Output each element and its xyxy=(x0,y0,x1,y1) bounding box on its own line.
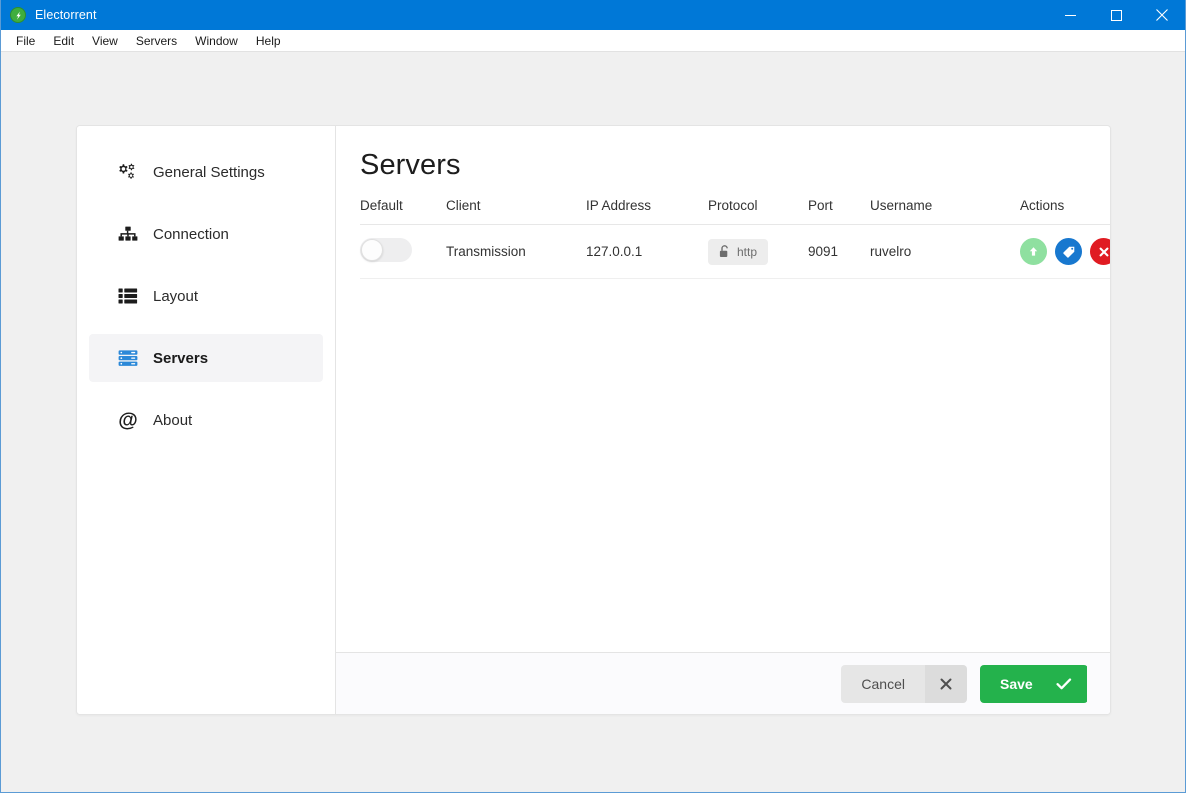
menu-item-edit[interactable]: Edit xyxy=(44,31,83,51)
cell-client: Transmission xyxy=(446,224,586,279)
row-actions xyxy=(1020,238,1110,265)
tag-button[interactable] xyxy=(1055,238,1082,265)
sidebar-item-connection[interactable]: Connection xyxy=(89,210,323,258)
default-toggle[interactable] xyxy=(360,238,412,262)
app-window: Electorrent File Edit View Servers Windo… xyxy=(0,0,1186,793)
minimize-icon[interactable] xyxy=(1047,0,1093,30)
column-header-ip: IP Address xyxy=(586,198,708,225)
move-up-button[interactable] xyxy=(1020,238,1047,265)
column-header-default: Default xyxy=(360,198,446,225)
at-sign-icon: @ xyxy=(115,409,141,432)
cell-actions xyxy=(1020,224,1110,279)
column-header-client: Client xyxy=(446,198,586,225)
table-row: Transmission 127.0.0.1 http 9091 ruvelro xyxy=(360,224,1110,279)
times-icon xyxy=(925,664,967,703)
cell-username: ruvelro xyxy=(870,224,1020,279)
toggle-knob xyxy=(361,239,383,261)
page-title: Servers xyxy=(360,149,461,181)
card-footer: Cancel Save xyxy=(336,652,1110,714)
cancel-button[interactable]: Cancel xyxy=(841,664,967,703)
protocol-label: http xyxy=(737,244,758,259)
cell-protocol: http xyxy=(708,224,808,279)
sidebar-item-label: About xyxy=(153,411,193,429)
servers-panel: Servers Default Client IP Address Protoc… xyxy=(336,126,1110,652)
column-header-username: Username xyxy=(870,198,1020,225)
sidebar-item-about[interactable]: @ About xyxy=(89,396,323,444)
menu-bar: File Edit View Servers Window Help xyxy=(1,30,1185,52)
times-circle-icon xyxy=(1098,246,1110,258)
menu-item-view[interactable]: View xyxy=(83,31,127,51)
protocol-badge: http xyxy=(708,238,769,265)
column-header-port: Port xyxy=(808,198,870,225)
electorrent-logo-icon xyxy=(10,7,26,23)
arrow-up-icon xyxy=(1027,245,1040,258)
maximize-icon[interactable] xyxy=(1093,0,1139,30)
close-icon[interactable] xyxy=(1139,0,1185,30)
menu-item-servers[interactable]: Servers xyxy=(127,31,186,51)
sitemap-icon xyxy=(115,223,141,245)
servers-table: Default Client IP Address Protocol Port … xyxy=(360,198,1110,279)
menu-item-file[interactable]: File xyxy=(7,31,44,51)
sidebar-item-general-settings[interactable]: General Settings xyxy=(89,148,323,196)
window-title: Electorrent xyxy=(35,8,97,22)
cancel-button-label: Cancel xyxy=(841,664,925,703)
sidebar-item-label: Servers xyxy=(153,349,209,367)
cell-ip: 127.0.0.1 xyxy=(586,224,708,279)
cell-default xyxy=(360,224,446,279)
server-stack-icon xyxy=(115,347,141,369)
sidebar-item-layout[interactable]: Layout xyxy=(89,272,323,320)
sidebar-item-label: Connection xyxy=(153,225,229,243)
th-list-icon xyxy=(115,285,141,307)
save-button[interactable]: Save xyxy=(980,664,1088,703)
menu-item-help[interactable]: Help xyxy=(247,31,290,51)
settings-content: Servers Default Client IP Address Protoc… xyxy=(336,126,1110,714)
menu-item-window[interactable]: Window xyxy=(186,31,247,51)
tag-icon xyxy=(1062,245,1076,259)
unlock-icon xyxy=(719,245,730,258)
delete-button[interactable] xyxy=(1090,238,1110,265)
sidebar-item-label: General Settings xyxy=(153,163,265,181)
cell-port: 9091 xyxy=(808,224,870,279)
table-header-row: Default Client IP Address Protocol Port … xyxy=(360,198,1110,225)
svg-text:@: @ xyxy=(118,410,138,432)
settings-sidebar: General Settings Connection Layout Serve… xyxy=(77,126,336,714)
page-background: General Settings Connection Layout Serve… xyxy=(1,52,1185,792)
gears-icon xyxy=(115,161,141,183)
window-controls xyxy=(1047,0,1185,30)
sidebar-item-label: Layout xyxy=(153,287,199,305)
check-icon xyxy=(1040,664,1087,703)
column-header-actions: Actions xyxy=(1020,198,1110,225)
title-bar: Electorrent xyxy=(1,0,1185,30)
settings-card: General Settings Connection Layout Serve… xyxy=(76,125,1111,715)
save-button-label: Save xyxy=(980,664,1041,703)
sidebar-item-servers[interactable]: Servers xyxy=(89,334,323,382)
column-header-protocol: Protocol xyxy=(708,198,808,225)
